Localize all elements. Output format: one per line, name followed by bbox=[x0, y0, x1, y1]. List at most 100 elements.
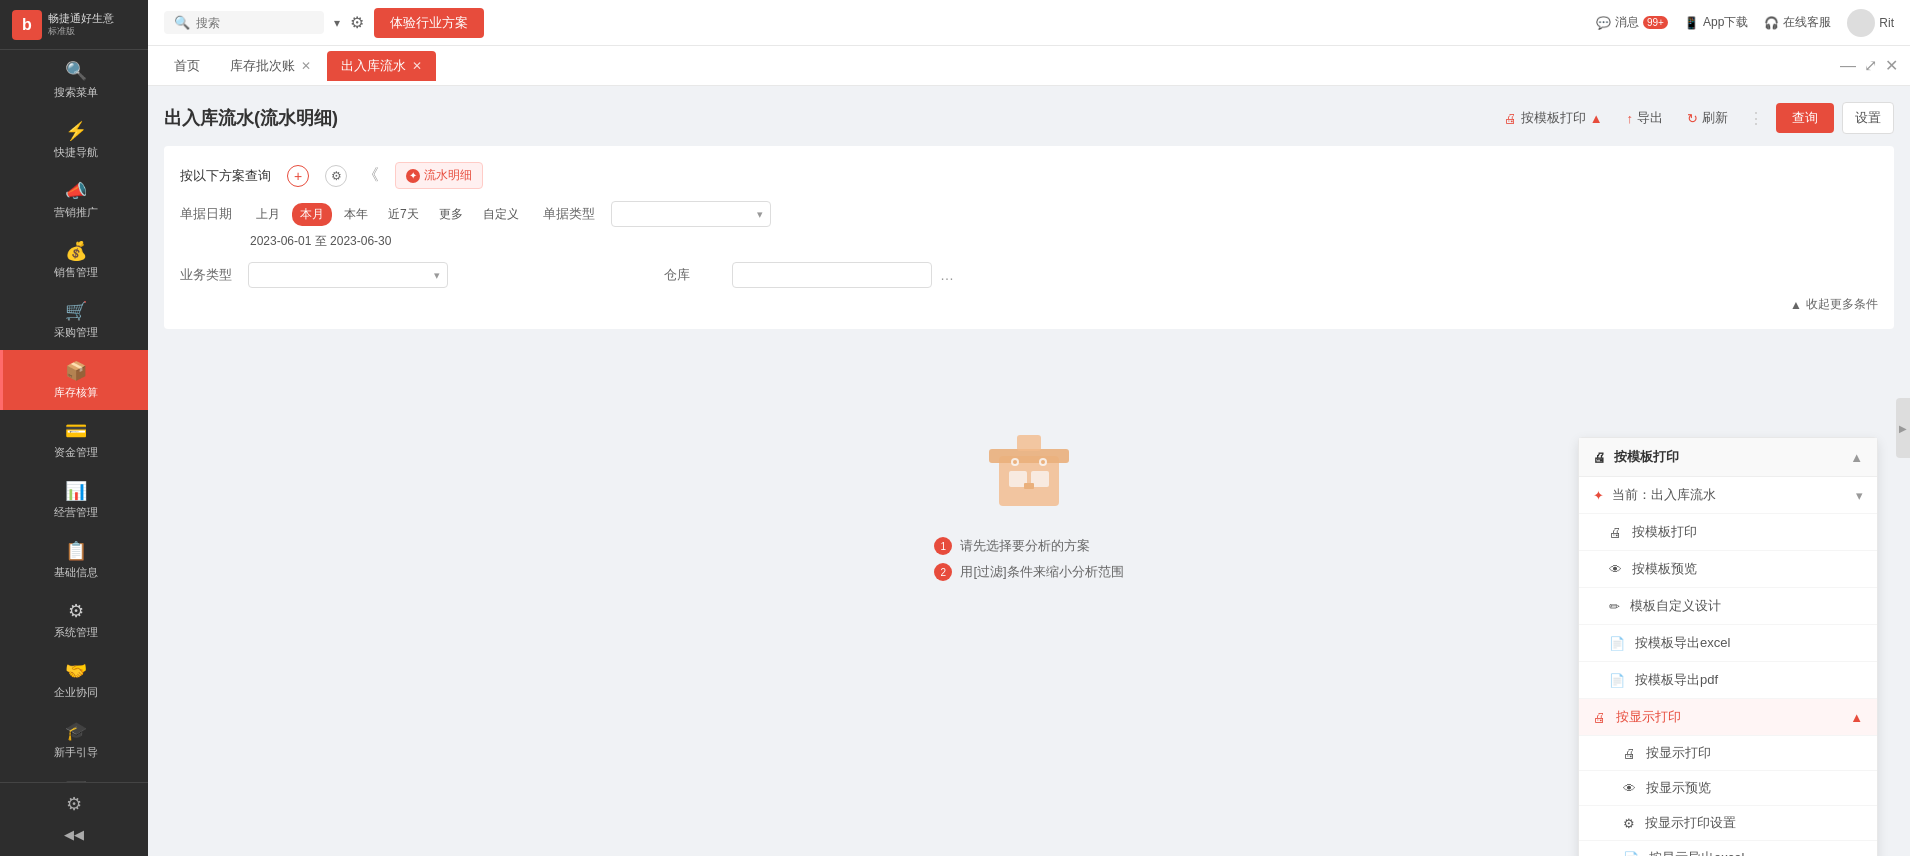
display-section-chevron[interactable]: ▲ bbox=[1850, 710, 1863, 725]
sidebar-item-enterprise-coop[interactable]: 🤝 企业协同 bbox=[0, 650, 148, 710]
message-btn[interactable]: 💬 消息 99+ bbox=[1596, 14, 1668, 31]
enterprise-coop-icon: 🤝 bbox=[65, 660, 87, 682]
sidebar-item-basic-info[interactable]: 📋 基础信息 bbox=[0, 530, 148, 590]
svg-point-9 bbox=[1041, 460, 1045, 464]
dropdown-item-display-settings[interactable]: ⚙ 按显示打印设置 bbox=[1579, 806, 1877, 841]
right-handle-icon: ▶ bbox=[1899, 423, 1907, 434]
display-settings-icon: ⚙ bbox=[1623, 816, 1635, 831]
dropdown-panel-collapse-btn[interactable]: ▲ bbox=[1850, 450, 1863, 465]
dropdown-current-template[interactable]: ✦ 当前：出入库流水 ▾ bbox=[1579, 477, 1877, 514]
date-tab-this-year[interactable]: 本年 bbox=[336, 203, 376, 226]
capital-icon: 💳 bbox=[65, 420, 87, 442]
settings-btn[interactable]: 设置 bbox=[1842, 102, 1894, 134]
display-section-header-left: 🖨 按显示打印 bbox=[1593, 708, 1681, 726]
basic-info-icon: 📋 bbox=[65, 540, 87, 562]
tab-maximize-btn[interactable]: ⤢ bbox=[1864, 56, 1877, 75]
tab-inventory-batch-close[interactable]: ✕ bbox=[301, 59, 311, 73]
sidebar-item-operation[interactable]: 📊 经营管理 bbox=[0, 470, 148, 530]
current-template-chevron[interactable]: ▾ bbox=[1856, 488, 1863, 503]
svg-rect-0 bbox=[999, 456, 1059, 506]
sidebar-item-search[interactable]: 🔍 搜索菜单 bbox=[0, 50, 148, 110]
refresh-btn[interactable]: ↻ 刷新 bbox=[1679, 105, 1736, 131]
voucher-type-field: 单据类型 bbox=[543, 201, 771, 227]
date-tab-this-month[interactable]: 本月 bbox=[292, 203, 332, 226]
date-tab-7days[interactable]: 近7天 bbox=[380, 203, 427, 226]
dropdown-item-template-pdf[interactable]: 📄 按模板导出pdf bbox=[1579, 662, 1877, 699]
print-header-icon: 🖨 bbox=[1593, 450, 1606, 465]
voucher-type-select[interactable] bbox=[611, 201, 771, 227]
tab-inout-flow[interactable]: 出入库流水 ✕ bbox=[327, 51, 436, 81]
sidebar-item-sales[interactable]: 💰 销售管理 bbox=[0, 230, 148, 290]
filter-tag-icon: ✦ bbox=[406, 169, 420, 183]
warehouse-field: 仓库 … bbox=[664, 262, 954, 288]
online-service-btn[interactable]: 🎧 在线客服 bbox=[1764, 14, 1831, 31]
sidebar-logo: b 畅捷通好生意 标准版 bbox=[0, 0, 148, 50]
filter-settings-btn[interactable]: ⚙ bbox=[325, 165, 347, 187]
sidebar-item-system[interactable]: ⚙ 系统管理 bbox=[0, 590, 148, 650]
sidebar-item-onboarding[interactable]: 🎓 新手引导 bbox=[0, 710, 148, 770]
search-input[interactable] bbox=[196, 16, 296, 30]
tab-minimize-btn[interactable]: — bbox=[1840, 57, 1856, 75]
print-template-chevron[interactable]: ▲ bbox=[1590, 111, 1603, 126]
dropdown-item-template-custom[interactable]: ✏ 模板自定义设计 bbox=[1579, 588, 1877, 625]
tab-inout-flow-close[interactable]: ✕ bbox=[412, 59, 422, 73]
sidebar-collapse-btn[interactable]: ◀◀ bbox=[56, 823, 92, 846]
topbar-search-box[interactable]: 🔍 bbox=[164, 11, 324, 34]
content-area: 出入库流水(流水明细) 🖨 按模板打印 ▲ ↑ 导出 ↻ 刷新 bbox=[148, 86, 1910, 856]
sidebar-settings-icon[interactable]: ⚙ bbox=[66, 793, 82, 815]
marketing-icon: 📣 bbox=[65, 180, 87, 202]
tab-close-all-btn[interactable]: ✕ bbox=[1885, 56, 1898, 75]
sidebar-item-marketing[interactable]: 📣 营销推广 bbox=[0, 170, 148, 230]
user-avatar bbox=[1847, 9, 1875, 37]
topbar-dropdown-icon[interactable]: ▾ bbox=[334, 16, 340, 30]
collapse-chevron-icon: ▲ bbox=[1790, 298, 1802, 312]
app-download-btn[interactable]: 📱 App下载 bbox=[1684, 14, 1748, 31]
dropdown-item-template-print[interactable]: 🖨 按模板打印 bbox=[1579, 514, 1877, 551]
date-tab-last-month[interactable]: 上月 bbox=[248, 203, 288, 226]
display-section-header[interactable]: 🖨 按显示打印 ▲ bbox=[1579, 699, 1877, 736]
dropdown-item-display-print[interactable]: 🖨 按显示打印 bbox=[1579, 736, 1877, 771]
dropdown-item-display-excel[interactable]: 📄 按显示导出excel bbox=[1579, 841, 1877, 856]
empty-tips: 1 请先选择要分析的方案 2 用[过滤]条件来缩小分析范围 bbox=[934, 537, 1123, 581]
date-tab-custom[interactable]: 自定义 bbox=[475, 203, 527, 226]
date-tab-more[interactable]: 更多 bbox=[431, 203, 471, 226]
svg-rect-1 bbox=[989, 449, 1069, 463]
tab-inventory-batch[interactable]: 库存批次账 ✕ bbox=[216, 51, 325, 81]
tabs-bar: 首页 库存批次账 ✕ 出入库流水 ✕ — ⤢ ✕ bbox=[148, 46, 1910, 86]
industry-btn[interactable]: 体验行业方案 bbox=[374, 8, 484, 38]
export-btn[interactable]: ↑ 导出 bbox=[1619, 105, 1672, 131]
edition-badge: 标准版 bbox=[48, 25, 114, 38]
onboarding-icon: 🎓 bbox=[65, 720, 87, 742]
dropdown-item-template-preview[interactable]: 👁 按模板预览 bbox=[1579, 551, 1877, 588]
user-menu[interactable]: Rit bbox=[1847, 9, 1894, 37]
page-title: 出入库流水(流水明细) bbox=[164, 106, 338, 130]
filter-add-btn[interactable]: + bbox=[287, 165, 309, 187]
topbar-gear-icon[interactable]: ⚙ bbox=[350, 13, 364, 32]
sidebar-item-capital[interactable]: 💳 资金管理 bbox=[0, 410, 148, 470]
sidebar-item-app-center[interactable]: 🔲 应用中心 bbox=[0, 770, 148, 782]
dropdown-item-template-excel[interactable]: 📄 按模板导出excel bbox=[1579, 625, 1877, 662]
content-body: 1 请先选择要分析的方案 2 用[过滤]条件来缩小分析范围 � bbox=[164, 341, 1894, 661]
filter-row-date: 单据日期 上月 本月 本年 近7天 更多 自定义 单据类型 bbox=[180, 201, 1878, 227]
warehouse-more-icon[interactable]: … bbox=[940, 267, 954, 283]
filter-section-label: 按以下方案查询 bbox=[180, 167, 271, 185]
logo-icon: b bbox=[12, 10, 42, 40]
collapse-btn[interactable]: ▲ 收起更多条件 bbox=[180, 288, 1878, 313]
svg-rect-5 bbox=[1024, 483, 1034, 489]
query-btn[interactable]: 查询 bbox=[1776, 103, 1834, 133]
print-template-btn[interactable]: 🖨 按模板打印 ▲ bbox=[1496, 105, 1611, 131]
display-excel-icon: 📄 bbox=[1623, 851, 1639, 857]
filter-card: 按以下方案查询 + ⚙ 《 ✦ 流水明细 单据日期 bbox=[164, 146, 1894, 329]
sidebar-item-quick-nav[interactable]: ⚡ 快捷导航 bbox=[0, 110, 148, 170]
template-preview-icon: 👁 bbox=[1609, 562, 1622, 577]
filter-collapse-icon[interactable]: 《 bbox=[363, 165, 379, 186]
sidebar-item-purchase[interactable]: 🛒 采购管理 bbox=[0, 290, 148, 350]
dropdown-item-display-preview[interactable]: 👁 按显示预览 bbox=[1579, 771, 1877, 806]
tab-home[interactable]: 首页 bbox=[160, 51, 214, 81]
sidebar-item-inventory[interactable]: 📦 库存核算 bbox=[0, 350, 148, 410]
warehouse-input[interactable] bbox=[732, 262, 932, 288]
right-edge-handle[interactable]: ▶ bbox=[1896, 398, 1910, 458]
display-preview-icon: 👁 bbox=[1623, 781, 1636, 796]
biz-type-select[interactable] bbox=[248, 262, 448, 288]
filter-row-biz: 业务类型 仓库 … bbox=[180, 262, 1878, 288]
